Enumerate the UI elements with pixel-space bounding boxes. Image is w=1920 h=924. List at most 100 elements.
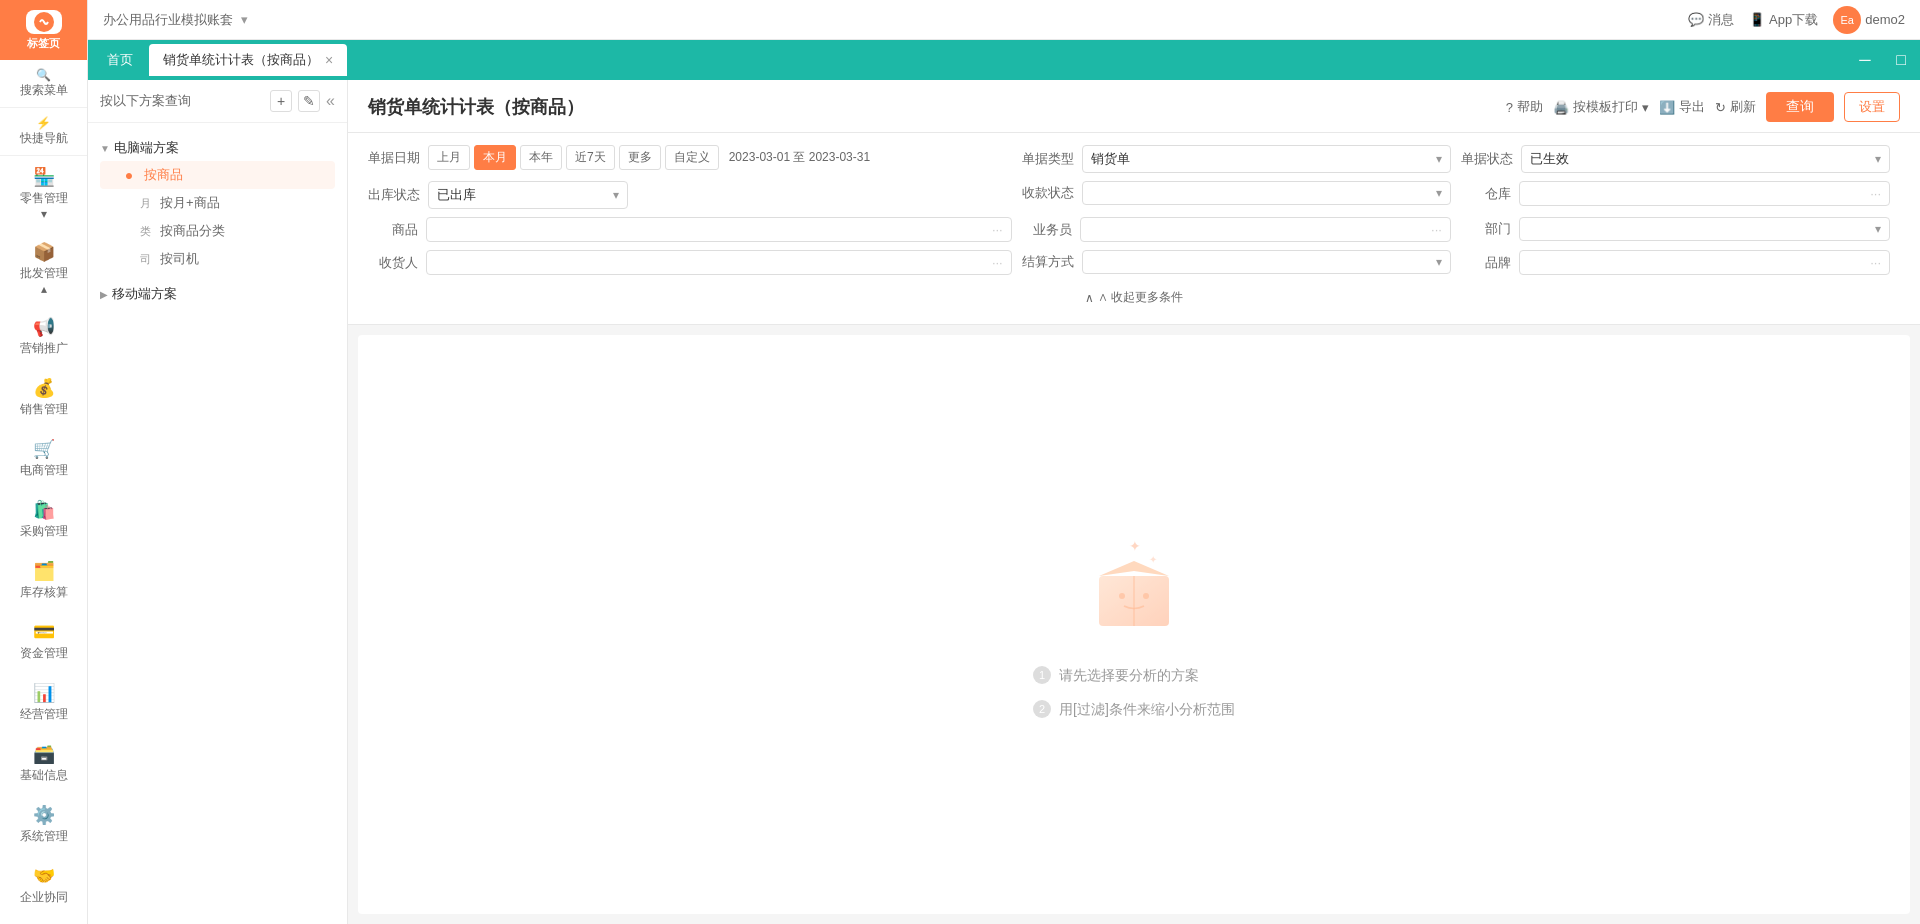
filter-warehouse: 仓库 ··· <box>1461 181 1900 206</box>
sidebar-item-operations[interactable]: 📊 经营管理 <box>0 672 87 733</box>
date-btn-7days[interactable]: 近7天 <box>566 145 615 170</box>
sidebar-item-enterprise[interactable]: 🤝 企业协同 <box>0 855 87 916</box>
tabbar-actions: ─ □ <box>1851 46 1915 74</box>
tree-item-by-driver[interactable]: 司 按司机 <box>100 245 335 273</box>
doc-status-select[interactable]: 已生效 ▾ <box>1521 145 1890 173</box>
collapse-filters-btn[interactable]: ∧ ∧ 收起更多条件 <box>368 283 1900 312</box>
date-btn-thisyear[interactable]: 本年 <box>520 145 562 170</box>
finance-icon: 💳 <box>33 621 55 643</box>
maximize-icon: □ <box>1896 51 1906 69</box>
receiver-label: 收货人 <box>368 254 418 272</box>
tree-group-desktop: ▼ 电脑端方案 ● 按商品 月 按月+商品 类 按商品分类 <box>88 131 347 277</box>
filter-date: 单据日期 上月 本月 本年 近7天 更多 自定义 2023-03-01 至 20… <box>368 145 1022 170</box>
page-header: 销货单统计计表（按商品） ? 帮助 🖨️ 按模板打印 ▾ ⬇️ 导出 <box>348 80 1920 133</box>
app-download-btn[interactable]: 📱 App下载 <box>1749 11 1818 29</box>
sidebar-item-system[interactable]: ⚙️ 系统管理 <box>0 794 87 855</box>
sidebar-item-inventory[interactable]: 🗂️ 库存核算 <box>0 550 87 611</box>
help-icon: ? <box>1506 100 1513 115</box>
maximize-btn[interactable]: □ <box>1887 46 1915 74</box>
doc-status-label: 单据状态 <box>1461 150 1513 168</box>
sidebar-item-wholesale[interactable]: 📦 批发管理 ▴ <box>0 231 87 306</box>
settlement-select[interactable]: ▾ <box>1082 250 1451 274</box>
chevron-icon: ▾ <box>41 207 47 221</box>
sidebar-item-finance[interactable]: 💳 资金管理 <box>0 611 87 672</box>
warehouse-label: 仓库 <box>1461 185 1511 203</box>
warehouse-out-arrow: ▾ <box>613 188 619 202</box>
template-print-btn[interactable]: 🖨️ 按模板打印 ▾ <box>1553 98 1649 116</box>
doc-type-label: 单据类型 <box>1022 150 1074 168</box>
payment-status-arrow: ▾ <box>1436 186 1442 200</box>
wholesale-icon: 📦 <box>33 241 55 263</box>
refresh-btn[interactable]: ↻ 刷新 <box>1715 98 1756 116</box>
payment-status-label: 收款状态 <box>1022 184 1074 202</box>
tab-home[interactable]: 首页 <box>93 44 147 76</box>
export-btn[interactable]: ⬇️ 导出 <box>1659 98 1705 116</box>
filter-row-1: 单据日期 上月 本月 本年 近7天 更多 自定义 2023-03-01 至 20… <box>368 145 1900 173</box>
left-panel: 按以下方案查询 + ✎ « ▼ 电脑端方案 ● 按商品 <box>88 80 348 924</box>
basic-icon: 🗃️ <box>33 743 55 765</box>
dropdown-arrow[interactable]: ▾ <box>241 12 248 27</box>
filter-row-4: 收货人 ··· 结算方式 ▾ 品牌 <box>368 250 1900 275</box>
print-icon: 🖨️ <box>1553 100 1569 115</box>
product-dots: ··· <box>992 222 1003 237</box>
date-btn-more[interactable]: 更多 <box>619 145 661 170</box>
message-btn[interactable]: 💬 消息 <box>1688 11 1734 29</box>
query-button[interactable]: 查询 <box>1766 92 1834 122</box>
settlement-arrow: ▾ <box>1436 255 1442 269</box>
help-btn[interactable]: ? 帮助 <box>1506 98 1543 116</box>
tree-item-by-month-product[interactable]: 月 按月+商品 <box>100 189 335 217</box>
page-actions: ? 帮助 🖨️ 按模板打印 ▾ ⬇️ 导出 ↻ 刷新 <box>1506 92 1900 122</box>
tree-item-by-category[interactable]: 类 按商品分类 <box>100 217 335 245</box>
tree-group-mobile-header[interactable]: ▶ 移动端方案 <box>100 281 335 307</box>
tab-close-btn[interactable]: × <box>325 52 333 68</box>
date-btn-lastmonth[interactable]: 上月 <box>428 145 470 170</box>
sidebar-item-basic[interactable]: 🗃️ 基础信息 <box>0 733 87 794</box>
receiver-input[interactable]: ··· <box>426 250 1012 275</box>
minimize-btn[interactable]: ─ <box>1851 46 1879 74</box>
filter-product: 商品 ··· <box>368 217 1022 242</box>
operations-icon: 📊 <box>33 682 55 704</box>
tree-group-desktop-header[interactable]: ▼ 电脑端方案 <box>100 135 335 161</box>
date-range-display: 2023-03-01 至 2023-03-31 <box>729 149 870 166</box>
salesperson-input[interactable]: ··· <box>1080 217 1451 242</box>
filter-payment-status: 收款状态 ▾ <box>1022 181 1461 205</box>
department-select[interactable]: ▾ <box>1519 217 1890 241</box>
sidebar-item-search[interactable]: 🔍 搜索菜单 <box>0 60 87 108</box>
svg-text:✦: ✦ <box>1129 538 1141 554</box>
date-btn-custom[interactable]: 自定义 <box>665 145 719 170</box>
filter-settlement: 结算方式 ▾ <box>1022 250 1461 274</box>
sidebar-item-ecommerce[interactable]: 🛒 电商管理 <box>0 428 87 489</box>
avatar: Ea <box>1833 6 1861 34</box>
sidebar-item-sales[interactable]: 💰 销售管理 <box>0 367 87 428</box>
collapse-panel-btn[interactable]: « <box>326 92 335 110</box>
payment-status-select[interactable]: ▾ <box>1082 181 1451 205</box>
right-main: 销货单统计计表（按商品） ? 帮助 🖨️ 按模板打印 ▾ ⬇️ 导出 <box>348 80 1920 924</box>
doc-type-select[interactable]: 销货单 ▾ <box>1082 145 1451 173</box>
settings-button[interactable]: 设置 <box>1844 92 1900 122</box>
tab-sales-stats[interactable]: 销货单统计计表（按商品） × <box>149 44 347 76</box>
user-menu[interactable]: Ea demo2 <box>1833 6 1905 34</box>
logo-area: 标签页 <box>0 0 87 60</box>
left-panel-title: 按以下方案查询 <box>100 92 191 110</box>
warehouse-input[interactable]: ··· <box>1519 181 1890 206</box>
doc-type-arrow: ▾ <box>1436 152 1442 166</box>
sidebar-item-purchase[interactable]: 🛍️ 采购管理 <box>0 489 87 550</box>
warehouse-out-select[interactable]: 已出库 ▾ <box>428 181 628 209</box>
empty-step1: 1 请先选择要分析的方案 <box>1033 661 1235 689</box>
filter-area: 单据日期 上月 本月 本年 近7天 更多 自定义 2023-03-01 至 20… <box>348 133 1920 325</box>
product-input[interactable]: ··· <box>426 217 1012 242</box>
tree-item-by-product[interactable]: ● 按商品 <box>100 161 335 189</box>
sidebar-item-retail[interactable]: 🏪 零售管理 ▾ <box>0 156 87 231</box>
brand-input[interactable]: ··· <box>1519 250 1890 275</box>
date-btn-thismonth[interactable]: 本月 <box>474 145 516 170</box>
sales-icon: 💰 <box>33 377 55 399</box>
edit-scheme-btn[interactable]: ✎ <box>298 90 320 112</box>
sidebar-item-quicknav[interactable]: ⚡ 快捷导航 <box>0 108 87 156</box>
sidebar-item-marketing[interactable]: 📢 营销推广 <box>0 306 87 367</box>
empty-illustration: ✦ ✦ <box>1074 521 1194 641</box>
svg-marker-2 <box>1099 561 1169 576</box>
tree-group-mobile: ▶ 移动端方案 <box>88 277 347 311</box>
add-scheme-btn[interactable]: + <box>270 90 292 112</box>
category-icon: 类 <box>136 222 154 240</box>
sidebar-item-newbie[interactable]: 🎯 新手引导 <box>0 916 87 924</box>
